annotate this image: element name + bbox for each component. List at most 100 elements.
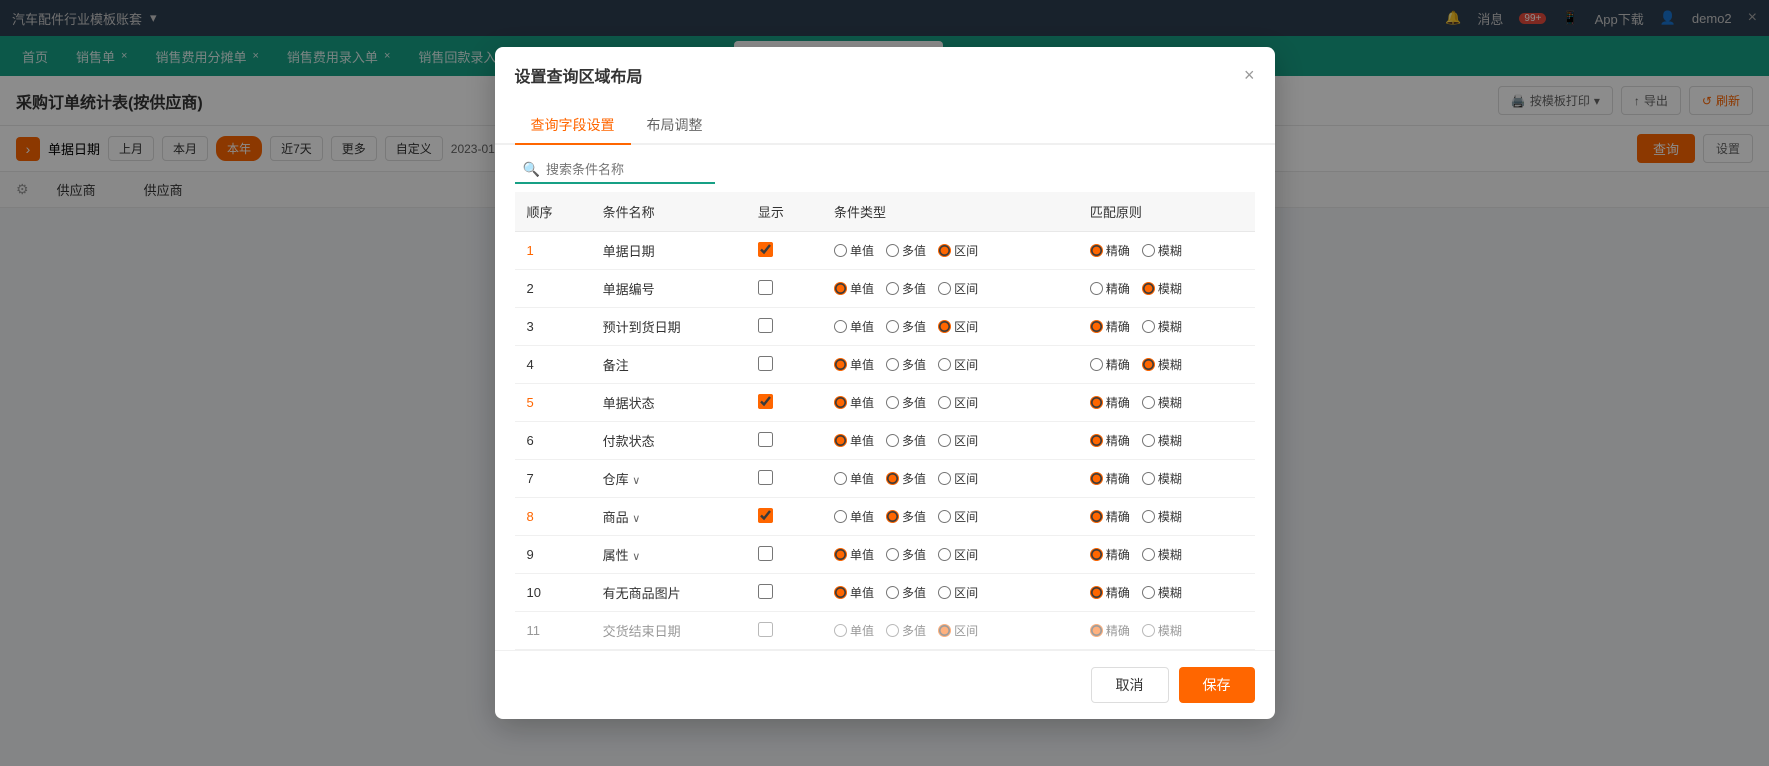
type-multi[interactable]: 多值: [886, 242, 926, 259]
type-multi[interactable]: 多值: [886, 394, 926, 411]
display-checkbox[interactable]: [758, 432, 773, 447]
type-single[interactable]: 单值: [834, 394, 874, 411]
row-display: [746, 270, 822, 308]
match-fuzzy[interactable]: 模糊: [1142, 584, 1182, 601]
type-multi[interactable]: 多值: [886, 622, 926, 639]
row-match: 精确 模糊: [1078, 498, 1255, 536]
row-name: 单据状态: [591, 384, 746, 422]
match-exact[interactable]: 精确: [1090, 432, 1130, 449]
type-single[interactable]: 单值: [834, 584, 874, 601]
row-seq: 10: [515, 574, 591, 612]
match-fuzzy[interactable]: 模糊: [1142, 622, 1182, 639]
table-row: 7 仓库 ∨ 单值 多值 区间 精确: [515, 460, 1255, 498]
type-multi[interactable]: 多值: [886, 508, 926, 525]
table-row: 6 付款状态 单值 多值 区间 精确: [515, 422, 1255, 460]
type-multi[interactable]: 多值: [886, 470, 926, 487]
row-name: 有无商品图片: [591, 574, 746, 612]
type-single[interactable]: 单值: [834, 508, 874, 525]
match-fuzzy[interactable]: 模糊: [1142, 432, 1182, 449]
table-row: 9 属性 ∨ 单值 多值 区间 精确: [515, 536, 1255, 574]
row-seq: 2: [515, 270, 591, 308]
match-fuzzy[interactable]: 模糊: [1142, 242, 1182, 259]
search-input[interactable]: [546, 162, 706, 177]
row-type: 单值 多值 区间: [822, 308, 1078, 346]
tab-layout-adjust[interactable]: 布局调整: [631, 107, 719, 145]
row-seq: 9: [515, 536, 591, 574]
match-fuzzy[interactable]: 模糊: [1142, 394, 1182, 411]
row-type: 单值 多值 区间: [822, 232, 1078, 270]
row-name: 交货结束日期: [591, 612, 746, 650]
row-display: [746, 574, 822, 612]
type-range[interactable]: 区间: [938, 318, 978, 335]
table-row: 5 单据状态 单值 多值 区间 精确: [515, 384, 1255, 422]
display-checkbox[interactable]: [758, 242, 773, 257]
match-fuzzy[interactable]: 模糊: [1142, 470, 1182, 487]
tab-query-fields[interactable]: 查询字段设置: [515, 107, 631, 145]
modal-close-button[interactable]: ×: [1244, 66, 1255, 84]
type-range[interactable]: 区间: [938, 546, 978, 563]
type-multi[interactable]: 多值: [886, 356, 926, 373]
match-fuzzy[interactable]: 模糊: [1142, 356, 1182, 373]
type-multi[interactable]: 多值: [886, 318, 926, 335]
type-range[interactable]: 区间: [938, 394, 978, 411]
row-seq: 1: [515, 232, 591, 270]
type-single[interactable]: 单值: [834, 356, 874, 373]
row-match: 精确 模糊: [1078, 460, 1255, 498]
row-name: 属性 ∨: [591, 536, 746, 574]
display-checkbox[interactable]: [758, 280, 773, 295]
match-exact[interactable]: 精确: [1090, 584, 1130, 601]
type-range[interactable]: 区间: [938, 280, 978, 297]
save-button[interactable]: 保存: [1179, 667, 1255, 703]
match-fuzzy[interactable]: 模糊: [1142, 318, 1182, 335]
th-type: 条件类型: [822, 192, 1078, 232]
display-checkbox[interactable]: [758, 356, 773, 371]
display-checkbox[interactable]: [758, 546, 773, 561]
match-exact[interactable]: 精确: [1090, 318, 1130, 335]
type-multi[interactable]: 多值: [886, 280, 926, 297]
row-display: [746, 612, 822, 650]
type-range[interactable]: 区间: [938, 356, 978, 373]
search-input-wrap: 🔍: [515, 157, 715, 184]
type-single[interactable]: 单值: [834, 432, 874, 449]
type-single[interactable]: 单值: [834, 318, 874, 335]
match-exact[interactable]: 精确: [1090, 546, 1130, 563]
match-exact[interactable]: 精确: [1090, 470, 1130, 487]
type-multi[interactable]: 多值: [886, 584, 926, 601]
modal-footer: 取消 保存: [495, 650, 1275, 719]
row-match: 精确 模糊: [1078, 346, 1255, 384]
match-fuzzy[interactable]: 模糊: [1142, 280, 1182, 297]
type-single[interactable]: 单值: [834, 546, 874, 563]
match-exact[interactable]: 精确: [1090, 242, 1130, 259]
match-fuzzy[interactable]: 模糊: [1142, 546, 1182, 563]
match-exact[interactable]: 精确: [1090, 356, 1130, 373]
type-range[interactable]: 区间: [938, 432, 978, 449]
type-range[interactable]: 区间: [938, 584, 978, 601]
display-checkbox[interactable]: [758, 508, 773, 523]
display-checkbox[interactable]: [758, 622, 773, 637]
row-type: 单值 多值 区间: [822, 384, 1078, 422]
match-exact[interactable]: 精确: [1090, 280, 1130, 297]
cancel-button[interactable]: 取消: [1091, 667, 1169, 703]
type-range[interactable]: 区间: [938, 470, 978, 487]
search-icon: 🔍: [523, 161, 540, 178]
match-fuzzy[interactable]: 模糊: [1142, 508, 1182, 525]
type-multi[interactable]: 多值: [886, 432, 926, 449]
type-single[interactable]: 单值: [834, 280, 874, 297]
type-single[interactable]: 单值: [834, 622, 874, 639]
type-single[interactable]: 单值: [834, 470, 874, 487]
match-exact[interactable]: 精确: [1090, 508, 1130, 525]
match-exact[interactable]: 精确: [1090, 622, 1130, 639]
type-range[interactable]: 区间: [938, 242, 978, 259]
display-checkbox[interactable]: [758, 470, 773, 485]
type-range[interactable]: 区间: [938, 508, 978, 525]
display-checkbox[interactable]: [758, 318, 773, 333]
type-single[interactable]: 单值: [834, 242, 874, 259]
match-exact[interactable]: 精确: [1090, 394, 1130, 411]
type-multi[interactable]: 多值: [886, 546, 926, 563]
row-type: 单值 多值 区间: [822, 270, 1078, 308]
th-seq: 顺序: [515, 192, 591, 232]
type-range[interactable]: 区间: [938, 622, 978, 639]
display-checkbox[interactable]: [758, 394, 773, 409]
display-checkbox[interactable]: [758, 584, 773, 599]
row-match: 精确 模糊: [1078, 270, 1255, 308]
